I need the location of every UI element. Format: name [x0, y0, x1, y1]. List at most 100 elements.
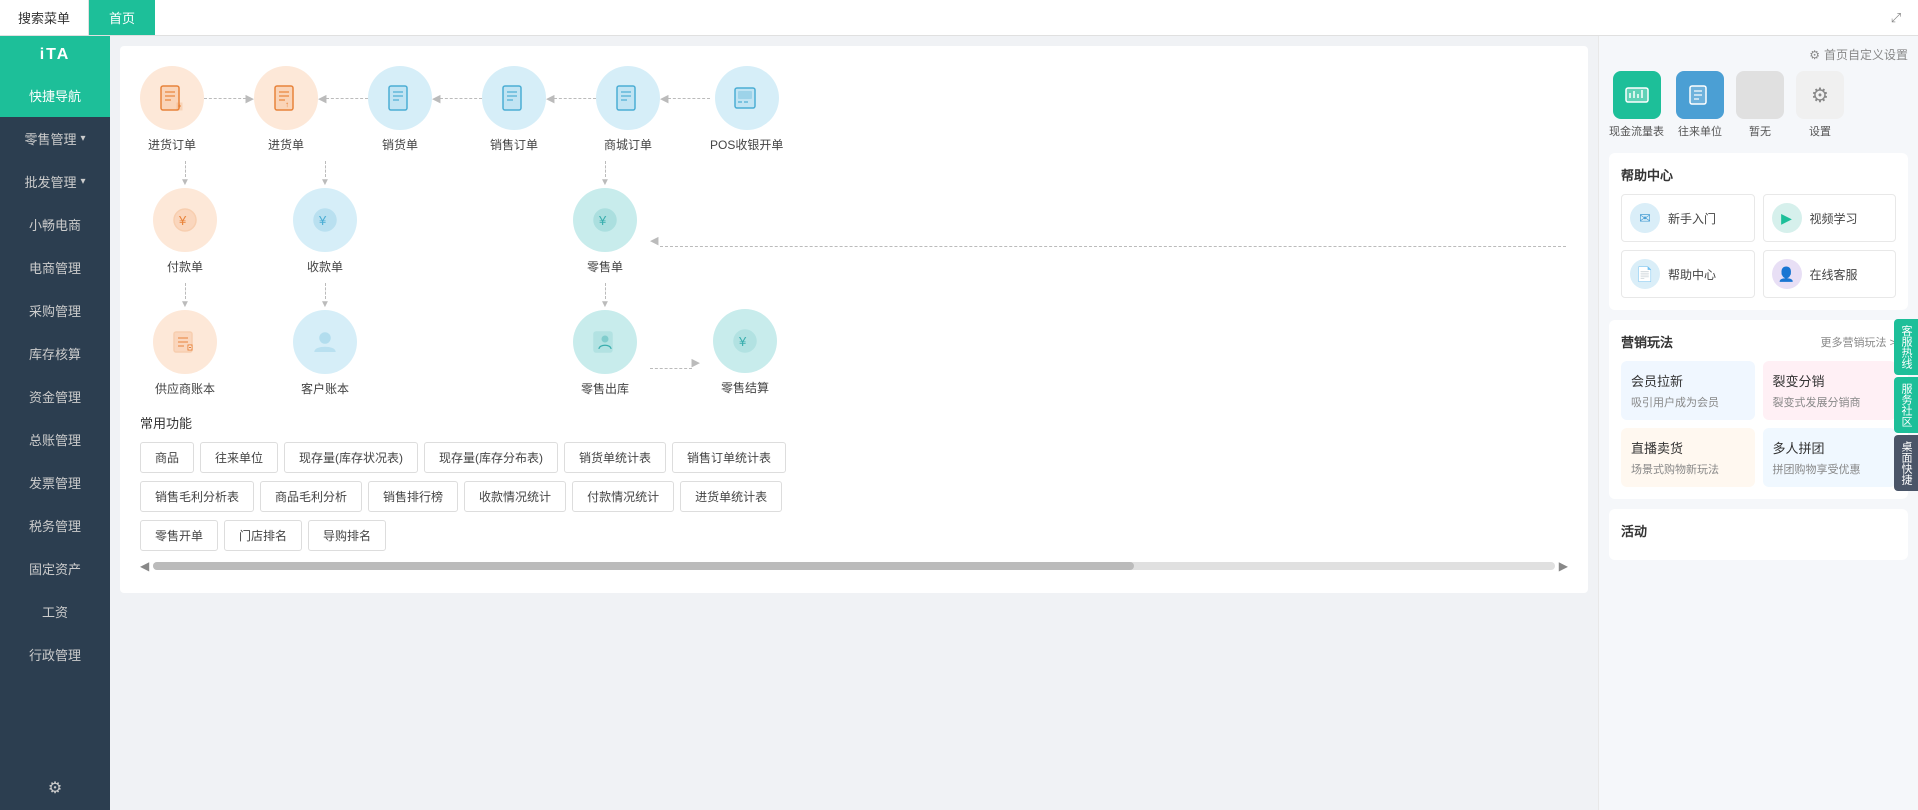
- marketing-item-member[interactable]: 会员拉新 吸引用户成为会员: [1621, 361, 1755, 420]
- sidebar-item-finance-mgmt[interactable]: 资金管理: [0, 375, 110, 418]
- search-menu-button[interactable]: 搜索菜单: [0, 0, 89, 35]
- func-btn-sales-order-stat[interactable]: 销售订单统计表: [672, 442, 786, 473]
- sidebar-item-admin-mgmt[interactable]: 行政管理: [0, 633, 110, 676]
- spacer-4: [510, 161, 560, 275]
- cashflow-icon-box: [1613, 71, 1661, 119]
- v-arrow-customer: [325, 283, 326, 299]
- nav-icon-settings[interactable]: ⚙ 设置: [1796, 71, 1844, 139]
- expand-icon[interactable]: ⤢: [1884, 6, 1908, 30]
- sidebar-item-general-ledger[interactable]: 总账管理: [0, 418, 110, 461]
- help-item-beginner[interactable]: ✉ 新手入门: [1621, 194, 1755, 242]
- sidebar-item-inventory[interactable]: 库存核算: [0, 332, 110, 375]
- func-btn-stock-status[interactable]: 现存量(库存状况表): [284, 442, 418, 473]
- help-item-help[interactable]: 📄 帮助中心: [1621, 250, 1755, 298]
- help-item-support[interactable]: 👤 在线客服: [1763, 250, 1897, 298]
- sidebar-item-purchase-mgmt[interactable]: 采购管理: [0, 289, 110, 332]
- float-btn-community[interactable]: 服务社区: [1894, 377, 1918, 433]
- node-sales-order[interactable]: 销售订单: [482, 66, 546, 153]
- sales-bill-icon: [368, 66, 432, 130]
- retail-out-icon: [573, 310, 637, 374]
- func-btn-goods-profit[interactable]: 商品毛利分析: [260, 481, 362, 512]
- none-label: 暂无: [1749, 123, 1771, 139]
- contacts-icon-box: [1676, 71, 1724, 119]
- marketing-item-livestream[interactable]: 直播卖货 场景式购物新玩法: [1621, 428, 1755, 487]
- flow-chart-card: 进货订单 ▶ ↑ 进货单: [120, 46, 1588, 593]
- nav-icon-none[interactable]: 暂无: [1736, 71, 1784, 139]
- sidebar-item-wholesale-mgmt[interactable]: 批发管理 ▾: [0, 160, 110, 203]
- settings-gear-icon[interactable]: ⚙: [0, 766, 110, 810]
- node-sales-bill[interactable]: 销货单: [368, 66, 432, 153]
- sidebar-item-ecommerce[interactable]: 小畅电商: [0, 203, 110, 246]
- content-area: 进货订单 ▶ ↑ 进货单: [110, 36, 1918, 810]
- pos-label: POS收银开单: [710, 136, 783, 153]
- svg-text:¥: ¥: [178, 213, 187, 228]
- sidebar-item-fixed-assets[interactable]: 固定资产: [0, 547, 110, 590]
- node-receipt[interactable]: ¥ 收款单: [293, 188, 357, 275]
- nav-icon-contacts[interactable]: 往来单位: [1676, 71, 1724, 139]
- group-sub: 拼团购物享受优惠: [1773, 461, 1887, 477]
- node-payment[interactable]: ¥ 付款单: [153, 188, 217, 275]
- logo-text: iTA: [40, 46, 71, 63]
- func-btn-goods[interactable]: 商品: [140, 442, 194, 473]
- func-btn-stock-dist[interactable]: 现存量(库存分布表): [424, 442, 558, 473]
- func-btn-payment-stat[interactable]: 付款情况统计: [572, 481, 674, 512]
- func-btn-sales-rank[interactable]: 销售排行榜: [368, 481, 458, 512]
- func-btn-retail-order[interactable]: 零售开单: [140, 520, 218, 551]
- purchase-bill-icon: ↑: [254, 66, 318, 130]
- sidebar-item-payroll[interactable]: 工资: [0, 590, 110, 633]
- supplier-account-label: 供应商账本: [155, 380, 215, 397]
- func-btn-sales-profit[interactable]: 销售毛利分析表: [140, 481, 254, 512]
- scroll-right-btn[interactable]: ▶: [1559, 559, 1568, 573]
- sidebar-item-invoice-mgmt[interactable]: 发票管理: [0, 461, 110, 504]
- node-mall-order[interactable]: 商城订单: [596, 66, 660, 153]
- help-item-video[interactable]: ▶ 视频学习: [1763, 194, 1897, 242]
- right-panel: ⚙ 首页自定义设置 现金流量表 往来单位: [1598, 36, 1918, 810]
- func-btn-contacts[interactable]: 往来单位: [200, 442, 278, 473]
- scroll-track[interactable]: [153, 562, 1555, 570]
- tab-home[interactable]: 首页: [89, 0, 155, 35]
- sidebar-item-ecommerce-mgmt[interactable]: 电商管理: [0, 246, 110, 289]
- pos-to-retail-arrow: ◀: [650, 161, 1568, 275]
- func-btn-store-rank[interactable]: 门店排名: [224, 520, 302, 551]
- float-btn-desktop[interactable]: 桌面快捷: [1894, 435, 1918, 491]
- sidebar-item-label: 快捷导航: [29, 86, 81, 105]
- fission-sub: 裂变式发展分销商: [1773, 394, 1887, 410]
- custom-setting-link[interactable]: ⚙ 首页自定义设置: [1809, 46, 1908, 63]
- node-supplier-account[interactable]: 供应商账本: [153, 310, 217, 397]
- sidebar-item-label: 固定资产: [29, 559, 81, 578]
- float-btn-service[interactable]: 客服热线: [1894, 319, 1918, 375]
- node-pos[interactable]: POS收银开单: [710, 66, 783, 153]
- more-marketing-link[interactable]: 更多营销玩法 >: [1821, 334, 1896, 350]
- func-btn-guide-rank[interactable]: 导购排名: [308, 520, 386, 551]
- sidebar-item-retail-mgmt[interactable]: 零售管理 ▾: [0, 117, 110, 160]
- sales-bill-label: 销货单: [382, 136, 418, 153]
- sidebar-item-label: 总账管理: [29, 430, 81, 449]
- pos-icon: [715, 66, 779, 130]
- func-btn-receipt-stat[interactable]: 收款情况统计: [464, 481, 566, 512]
- scroll-left-btn[interactable]: ◀: [140, 559, 149, 573]
- livestream-sub: 场景式购物新玩法: [1631, 461, 1745, 477]
- col-retail-settle: ¥ 零售结算: [700, 283, 790, 397]
- beginner-icon: ✉: [1630, 203, 1660, 233]
- scroll-bar: ◀ ▶: [140, 559, 1568, 573]
- node-customer-account[interactable]: 客户账本: [293, 310, 357, 397]
- activity-card: 活动: [1609, 509, 1908, 560]
- sidebar-item-tax-mgmt[interactable]: 税务管理: [0, 504, 110, 547]
- supplier-account-icon: [153, 310, 217, 374]
- beginner-label: 新手入门: [1668, 210, 1716, 227]
- marketing-item-group[interactable]: 多人拼团 拼团购物享受优惠: [1763, 428, 1897, 487]
- v-arrowhead-customer: ▼: [320, 299, 330, 310]
- func-btn-sales-stat[interactable]: 销货单统计表: [564, 442, 666, 473]
- marketing-grid: 会员拉新 吸引用户成为会员 裂变分销 裂变式发展分销商 直播卖货 场景式购物新玩…: [1621, 361, 1896, 487]
- node-purchase-bill[interactable]: ↑ 进货单: [254, 66, 318, 153]
- node-retail[interactable]: ¥ 零售单: [573, 188, 637, 275]
- chevron-down-icon: ▾: [80, 133, 85, 144]
- sidebar-item-quick-nav[interactable]: 快捷导航: [0, 74, 110, 117]
- node-retail-out[interactable]: 零售出库: [573, 310, 637, 397]
- func-btn-purchase-stat[interactable]: 进货单统计表: [680, 481, 782, 512]
- node-purchase-order[interactable]: 进货订单: [140, 66, 204, 153]
- nav-icon-cashflow[interactable]: 现金流量表: [1609, 71, 1664, 139]
- node-retail-settle[interactable]: ¥ 零售结算: [713, 309, 777, 396]
- col-supplier: ▼ 供应商账本: [140, 283, 230, 397]
- marketing-item-fission[interactable]: 裂变分销 裂变式发展分销商: [1763, 361, 1897, 420]
